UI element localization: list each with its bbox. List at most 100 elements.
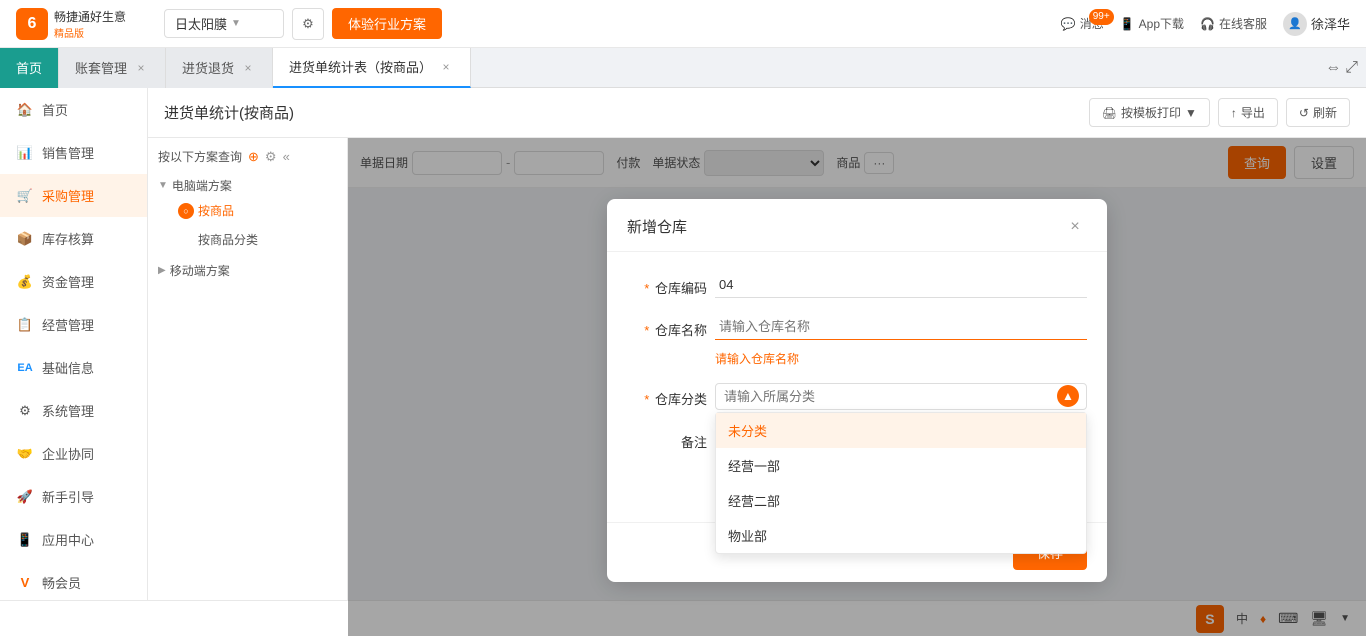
name-row: * 仓库名称 请输入仓库名称 xyxy=(627,314,1087,367)
gear-button[interactable]: ⚙ xyxy=(292,8,324,40)
sidebar-system-label: 系统管理 xyxy=(42,401,94,420)
finance-icon: 💰 xyxy=(16,273,34,291)
category-toggle-icon[interactable]: ▲ xyxy=(1057,385,1079,407)
tab-home-label: 首页 xyxy=(16,58,42,77)
tab-collapse-icon[interactable]: ⇔ xyxy=(1325,59,1341,77)
modal-title: 新增仓库 xyxy=(627,216,687,237)
sidebar-item-home[interactable]: 🏠 首页 xyxy=(0,88,147,131)
export-icon: ↑ xyxy=(1231,106,1237,120)
by-category-label: 按商品分类 xyxy=(198,231,258,248)
edit-scheme-icon[interactable]: ⚙ xyxy=(265,149,277,165)
print-dropdown-icon: ▼ xyxy=(1185,106,1197,120)
gear-icon: ⚙ xyxy=(302,16,314,32)
modal-close-button[interactable]: × xyxy=(1063,215,1087,239)
tree-node-by-product[interactable]: ○ 按商品 xyxy=(178,198,337,223)
online-service-button[interactable]: 🎧 在线客服 xyxy=(1200,15,1267,32)
sidebar-item-finance[interactable]: 💰 资金管理 xyxy=(0,260,147,303)
sidebar: 🏠 首页 📊 销售管理 🛒 采购管理 📦 库存核算 💰 资金管理 📋 经营管理 … xyxy=(0,88,148,636)
app-download-button[interactable]: 📱 App下载 xyxy=(1120,15,1184,32)
tab-account[interactable]: 账套管理 × xyxy=(59,48,166,88)
sidebar-item-sales[interactable]: 📊 销售管理 xyxy=(0,131,147,174)
add-scheme-icon[interactable]: ⊕ xyxy=(248,149,259,165)
page-header: 进货单统计(按商品) 🖨 按模板打印 ▼ ↑ 导出 ↺ 刷新 xyxy=(148,88,1366,138)
refresh-button[interactable]: ↺ 刷新 xyxy=(1286,98,1350,127)
purchase-icon: 🛒 xyxy=(16,187,34,205)
header-right: 💬 消息 99+ 📱 App下载 🎧 在线客服 👤 徐泽华 xyxy=(1061,12,1350,36)
tab-bar-actions: ⇔ ⤢ xyxy=(1325,59,1366,77)
code-row: * 仓库编码 xyxy=(627,272,1087,298)
dropdown-item-dept2[interactable]: 经营二部 xyxy=(716,483,1086,518)
by-product-label: 按商品 xyxy=(198,202,234,219)
sidebar-basic-info-label: 基础信息 xyxy=(42,358,94,377)
message-button[interactable]: 💬 消息 99+ xyxy=(1061,15,1104,32)
tab-bar: 首页 账套管理 × 进货退货 × 进货单统计表（按商品） × ⇔ ⤢ xyxy=(0,48,1366,88)
tab-purchase-stat-close-icon[interactable]: × xyxy=(438,59,454,75)
tree-arrow-icon: ▼ xyxy=(158,180,168,191)
tab-expand-icon[interactable]: ⤢ xyxy=(1345,59,1358,77)
tab-account-close-icon[interactable]: × xyxy=(133,60,149,76)
tree-mobile-arrow-icon: ▶ xyxy=(158,265,166,276)
sidebar-item-appcenter[interactable]: 📱 应用中心 xyxy=(0,518,147,561)
member-icon: V xyxy=(16,574,34,592)
category-input[interactable] xyxy=(715,383,1087,410)
sidebar-item-operation[interactable]: 📋 经营管理 xyxy=(0,303,147,346)
tab-purchase-stat[interactable]: 进货单统计表（按商品） × xyxy=(273,48,471,88)
sidebar-newbie-label: 新手引导 xyxy=(42,487,94,506)
sidebar-finance-label: 资金管理 xyxy=(42,272,94,291)
print-button[interactable]: 🖨 按模板打印 ▼ xyxy=(1089,98,1210,127)
category-select-wrap: ▲ 未分类 经营一部 经营二部 物业部 xyxy=(715,383,1087,410)
name-input[interactable] xyxy=(715,314,1087,340)
export-button[interactable]: ↑ 导出 xyxy=(1218,98,1278,127)
filter-label: 按以下方案查询 xyxy=(158,148,242,165)
sidebar-item-basic-info[interactable]: EA 基础信息 xyxy=(0,346,147,389)
sidebar-enterprise-label: 企业协同 xyxy=(42,444,94,463)
code-input[interactable] xyxy=(715,272,1087,298)
sidebar-appcenter-label: 应用中心 xyxy=(42,530,94,549)
modal-body: * 仓库编码 * 仓库名称 xyxy=(607,252,1107,522)
top-header: 6 畅捷通好生意 精品版 日太阳膜 ▼ ⚙ 体验行业方案 💬 消息 99+ 📱 … xyxy=(0,0,1366,48)
add-warehouse-modal: 新增仓库 × * 仓库编码 xyxy=(607,199,1107,582)
category-label: * 仓库分类 xyxy=(627,383,707,408)
sidebar-home-label: 首页 xyxy=(42,100,68,119)
store-selector[interactable]: 日太阳膜 ▼ xyxy=(164,9,284,38)
tab-return-close-icon[interactable]: × xyxy=(240,60,256,76)
main-layout: 🏠 首页 📊 销售管理 🛒 采购管理 📦 库存核算 💰 资金管理 📋 经营管理 … xyxy=(0,88,1366,636)
category-row: * 仓库分类 ▲ 未分类 经营一部 xyxy=(627,383,1087,410)
sidebar-item-inventory[interactable]: 📦 库存核算 xyxy=(0,217,147,260)
message-icon: 💬 xyxy=(1061,17,1076,31)
collapse-scheme-icon[interactable]: « xyxy=(283,149,290,164)
sidebar-sales-label: 销售管理 xyxy=(42,143,94,162)
tree-node-mobile[interactable]: ▶ 移动端方案 xyxy=(158,258,337,283)
modal-overlay[interactable]: 新增仓库 × * 仓库编码 xyxy=(348,138,1366,636)
name-required-star: * xyxy=(644,323,649,338)
code-required-star: * xyxy=(644,281,649,296)
sidebar-item-enterprise[interactable]: 🤝 企业协同 xyxy=(0,432,147,475)
tab-home[interactable]: 首页 xyxy=(0,48,59,88)
sidebar-item-system[interactable]: ⚙ 系统管理 xyxy=(0,389,147,432)
tab-account-label: 账套管理 xyxy=(75,58,127,77)
headset-icon: 🎧 xyxy=(1200,17,1215,31)
sidebar-item-purchase[interactable]: 🛒 采购管理 xyxy=(0,174,147,217)
tree-pc-label: 电脑端方案 xyxy=(172,177,232,194)
tree-node-by-category[interactable]: 按商品分类 xyxy=(178,227,337,252)
content-area: 进货单统计(按商品) 🖨 按模板打印 ▼ ↑ 导出 ↺ 刷新 xyxy=(148,88,1366,636)
print-icon: 🖨 xyxy=(1102,106,1117,120)
tree-node-pc[interactable]: ▼ 电脑端方案 xyxy=(158,173,337,198)
sidebar-member-label: 畅会员 xyxy=(42,573,81,592)
main-content: 单据日期 - 付款 单据状态 商品 xyxy=(348,138,1366,636)
dropdown-item-property[interactable]: 物业部 xyxy=(716,518,1086,553)
sidebar-item-member[interactable]: V 畅会员 xyxy=(0,561,147,604)
appcenter-icon: 📱 xyxy=(16,531,34,549)
dropdown-item-unclassified[interactable]: 未分类 xyxy=(716,413,1086,448)
dropdown-item-dept1[interactable]: 经营一部 xyxy=(716,448,1086,483)
trial-button[interactable]: 体验行业方案 xyxy=(332,8,442,39)
message-badge: 99+ xyxy=(1089,9,1114,25)
sidebar-item-newbie[interactable]: 🚀 新手引导 xyxy=(0,475,147,518)
category-required-star: * xyxy=(644,392,649,407)
filter-panel: 按以下方案查询 ⊕ ⚙ « ▼ 电脑端方案 ○ 按商品 按商品分 xyxy=(148,138,348,636)
newbie-icon: 🚀 xyxy=(16,488,34,506)
page-action-area: 🖨 按模板打印 ▼ ↑ 导出 ↺ 刷新 xyxy=(1089,98,1350,127)
tab-return[interactable]: 进货退货 × xyxy=(166,48,273,88)
user-profile[interactable]: 👤 徐泽华 xyxy=(1283,12,1350,36)
sidebar-purchase-label: 采购管理 xyxy=(42,186,94,205)
